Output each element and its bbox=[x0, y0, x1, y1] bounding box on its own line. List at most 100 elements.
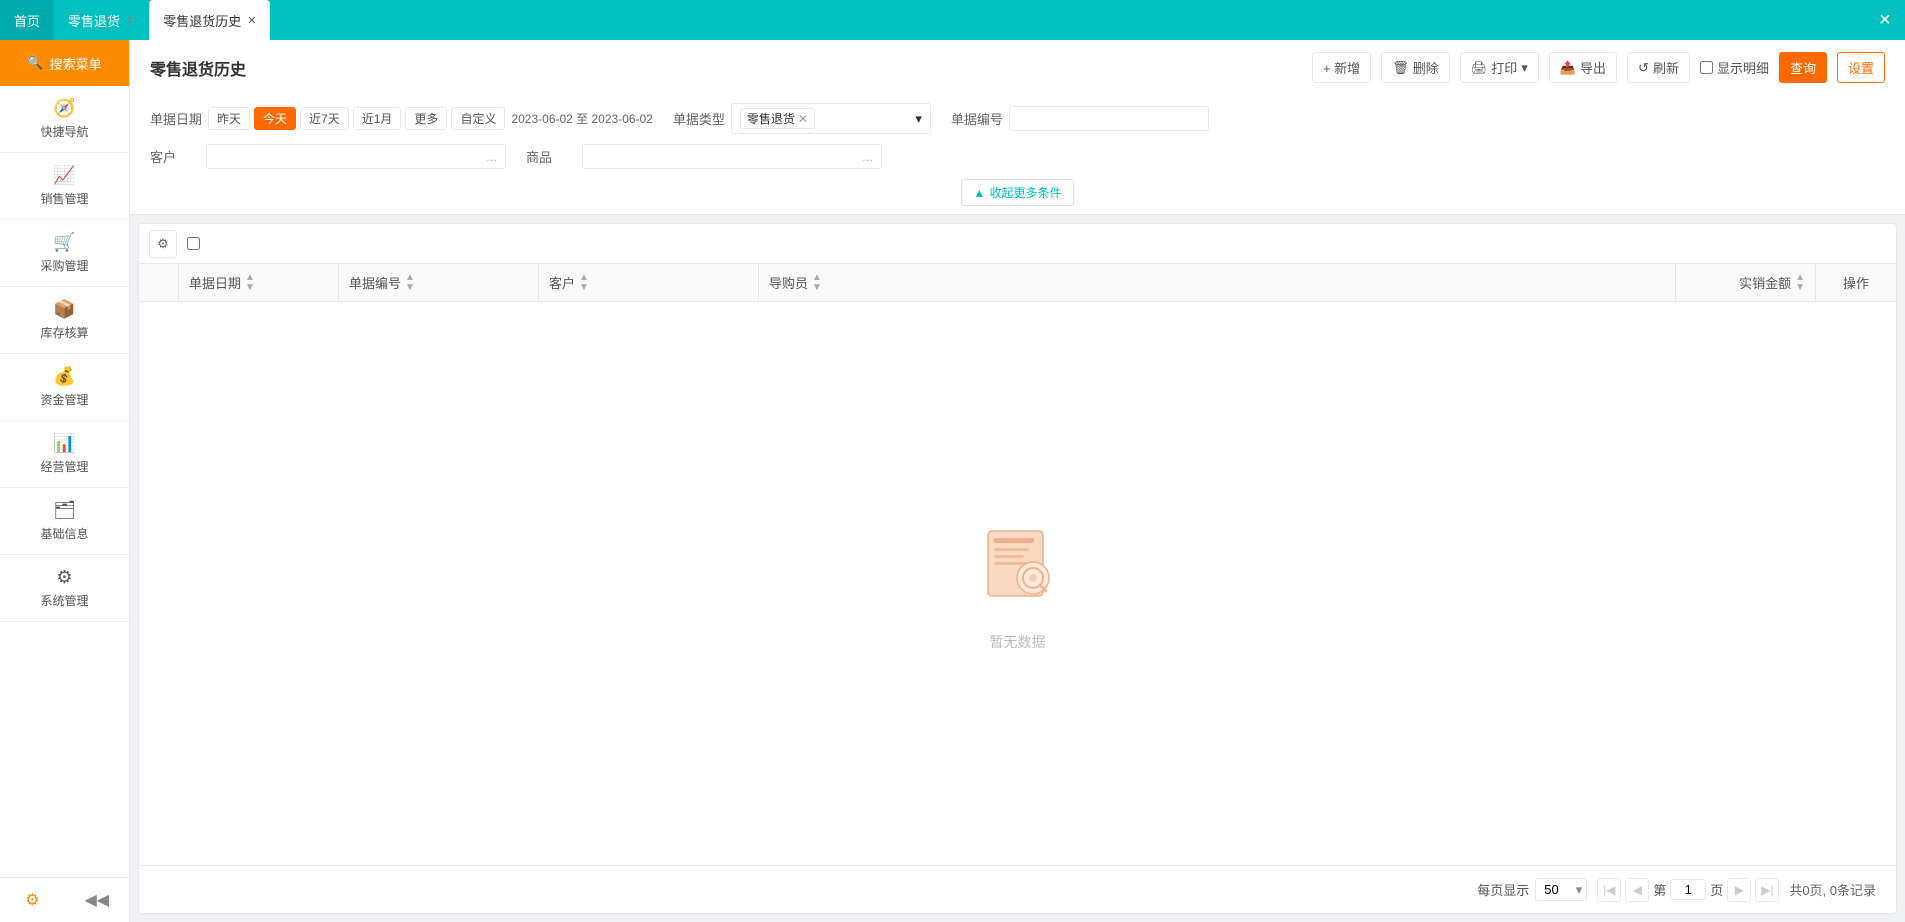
export-button[interactable]: 📤 导出 bbox=[1549, 52, 1617, 83]
doc-number-label: 单据编号 bbox=[951, 109, 1003, 128]
date-btn-today[interactable]: 今天 bbox=[254, 107, 296, 130]
delete-icon: 🗑 bbox=[1392, 60, 1409, 76]
new-button[interactable]: + 新增 bbox=[1312, 52, 1371, 83]
tab-home[interactable]: 首页 bbox=[0, 0, 54, 40]
doc-type-tag-remove[interactable]: ✕ bbox=[798, 112, 808, 126]
print-button-label: 打印 bbox=[1491, 58, 1517, 77]
sidebar-item-purchase-label: 采购管理 bbox=[40, 257, 88, 274]
th-number-sort-icon: ▲▼ bbox=[405, 273, 415, 293]
th-guide[interactable]: 导购员 ▲▼ bbox=[759, 264, 1676, 301]
th-number-label: 单据编号 bbox=[349, 273, 401, 292]
per-page-label: 每页显示 bbox=[1477, 880, 1529, 899]
sidebar-item-purchase[interactable]: 🛒 采购管理 bbox=[0, 220, 129, 287]
window-close-button[interactable]: ✕ bbox=[1865, 0, 1905, 40]
sidebar-item-sales[interactable]: 📈 销售管理 bbox=[0, 153, 129, 220]
date-btn-more[interactable]: 更多 bbox=[405, 107, 447, 130]
show-detail-checkbox[interactable] bbox=[1700, 61, 1713, 74]
new-button-label: + 新增 bbox=[1323, 58, 1360, 77]
table-settings-button[interactable]: ⚙ bbox=[149, 230, 177, 258]
doc-type-tag-label: 零售退货 bbox=[747, 110, 795, 127]
tab-retail-return-close[interactable]: ✕ bbox=[126, 14, 135, 27]
purchase-icon: 🛒 bbox=[53, 232, 75, 253]
page-header-top: 零售退货历史 + 新增 🗑 删除 🖨 打印 ▾ 📤 bbox=[150, 52, 1885, 83]
th-customer-label: 客户 bbox=[549, 273, 575, 292]
delete-button[interactable]: 🗑 删除 bbox=[1381, 52, 1450, 83]
sidebar-gear-button[interactable]: ⚙ bbox=[0, 878, 65, 922]
date-filter-label: 单据日期 bbox=[150, 109, 202, 128]
per-page-select[interactable]: 10 20 50 100 bbox=[1535, 878, 1587, 901]
sidebar-item-baseinfo-label: 基础信息 bbox=[40, 525, 88, 542]
empty-state-text: 暂无数据 bbox=[990, 632, 1046, 652]
sidebar-item-system[interactable]: ⚙ 系统管理 bbox=[0, 555, 129, 622]
goods-filter-label: 商品 bbox=[526, 147, 576, 166]
sidebar-item-quick-nav[interactable]: 🧭 快捷导航 bbox=[0, 86, 129, 153]
th-date[interactable]: 单据日期 ▲▼ bbox=[179, 264, 339, 301]
prev-page-button[interactable]: ◀ bbox=[1625, 878, 1649, 902]
goods-filter: 商品 ... bbox=[526, 144, 882, 169]
th-date-sort-icon: ▲▼ bbox=[245, 273, 255, 293]
table-area: ⚙ 单据日期 ▲▼ 单据编号 ▲▼ 客户 ▲▼ bbox=[138, 223, 1897, 914]
sidebar-search-label: 搜索菜单 bbox=[50, 54, 102, 73]
first-page-button[interactable]: |◀ bbox=[1597, 878, 1621, 902]
total-info: 共0页, 0条记录 bbox=[1789, 880, 1876, 899]
sidebar-search[interactable]: 🔍 搜索菜单 bbox=[0, 40, 129, 86]
th-amount-sort-icon: ▲▼ bbox=[1795, 273, 1805, 293]
refresh-button[interactable]: ↺ 刷新 bbox=[1627, 52, 1690, 83]
goods-input[interactable]: ... bbox=[582, 144, 882, 169]
date-filter: 单据日期 昨天 今天 近7天 近1月 更多 自定义 2023-06-02 至 2… bbox=[150, 107, 653, 130]
doc-type-select[interactable]: 零售退货 ✕ ▾ bbox=[731, 103, 931, 134]
next-page-button[interactable]: ▶ bbox=[1727, 878, 1751, 902]
sidebar: 🔍 搜索菜单 🧭 快捷导航 📈 销售管理 🛒 采购管理 📦 库存核算 💰 资金管… bbox=[0, 40, 130, 922]
th-date-label: 单据日期 bbox=[189, 273, 241, 292]
sidebar-item-system-label: 系统管理 bbox=[40, 592, 88, 609]
date-btn-1month[interactable]: 近1月 bbox=[353, 107, 402, 130]
th-amount[interactable]: 实销金额 ▲▼ bbox=[1676, 264, 1816, 301]
date-btn-7days[interactable]: 近7天 bbox=[300, 107, 349, 130]
operations-icon: 📊 bbox=[53, 433, 75, 454]
empty-state: 暂无数据 bbox=[139, 302, 1896, 865]
print-dropdown-icon: ▾ bbox=[1521, 60, 1528, 76]
date-range-display: 2023-06-02 至 2023-06-02 bbox=[511, 110, 652, 127]
settings-button[interactable]: 设置 bbox=[1837, 52, 1885, 83]
print-button[interactable]: 🖨 打印 ▾ bbox=[1460, 52, 1539, 83]
tab-retail-return-history[interactable]: 零售退货历史 ✕ bbox=[149, 0, 270, 40]
export-icon: 📤 bbox=[1560, 60, 1576, 76]
delete-button-label: 删除 bbox=[1413, 58, 1439, 77]
customer-input[interactable]: ... bbox=[206, 144, 506, 169]
th-number[interactable]: 单据编号 ▲▼ bbox=[339, 264, 539, 301]
sidebar-bottom: ⚙ ◀◀ bbox=[0, 877, 129, 922]
page-number-input[interactable] bbox=[1670, 879, 1706, 900]
collapse-button[interactable]: ▲ 收起更多条件 bbox=[961, 179, 1075, 206]
sidebar-item-operations-label: 经营管理 bbox=[40, 458, 88, 475]
window-close-icon: ✕ bbox=[1878, 10, 1891, 30]
date-btn-custom[interactable]: 自定义 bbox=[451, 107, 505, 130]
last-page-button[interactable]: ▶| bbox=[1755, 878, 1779, 902]
sidebar-item-finance-label: 资金管理 bbox=[40, 391, 88, 408]
refresh-icon: ↺ bbox=[1638, 60, 1649, 76]
doc-type-filter: 单据类型 零售退货 ✕ ▾ bbox=[673, 103, 931, 134]
date-btn-yesterday[interactable]: 昨天 bbox=[208, 107, 250, 130]
sidebar-item-inventory[interactable]: 📦 库存核算 bbox=[0, 287, 129, 354]
quick-nav-icon: 🧭 bbox=[53, 98, 75, 119]
sidebar-item-operations[interactable]: 📊 经营管理 bbox=[0, 421, 129, 488]
query-button[interactable]: 查询 bbox=[1779, 52, 1827, 83]
tab-retail-return[interactable]: 零售退货 ✕ bbox=[54, 0, 149, 40]
th-customer[interactable]: 客户 ▲▼ bbox=[539, 264, 759, 301]
baseinfo-icon: 🗂 bbox=[53, 500, 76, 521]
sidebar-item-baseinfo[interactable]: 🗂 基础信息 bbox=[0, 488, 129, 555]
per-page-select-wrap: 10 20 50 100 bbox=[1535, 878, 1587, 901]
page-title: 零售退货历史 bbox=[150, 56, 246, 80]
doc-number-input[interactable] bbox=[1009, 106, 1209, 131]
tab-retail-return-history-close[interactable]: ✕ bbox=[247, 14, 256, 27]
customer-placeholder: ... bbox=[486, 149, 497, 164]
refresh-button-label: 刷新 bbox=[1653, 58, 1679, 77]
toolbar: + 新增 🗑 删除 🖨 打印 ▾ 📤 导出 bbox=[1312, 52, 1885, 83]
doc-type-tag: 零售退货 ✕ bbox=[740, 108, 815, 129]
th-customer-sort-icon: ▲▼ bbox=[579, 273, 589, 293]
sidebar-item-finance[interactable]: 💰 资金管理 bbox=[0, 354, 129, 421]
table-toolbar: ⚙ bbox=[139, 224, 1896, 264]
sidebar-item-quick-nav-label: 快捷导航 bbox=[40, 123, 88, 140]
sidebar-volume-button[interactable]: ◀◀ bbox=[65, 878, 130, 922]
table-select-all-checkbox[interactable] bbox=[187, 237, 200, 250]
doc-number-filter: 单据编号 bbox=[951, 106, 1209, 131]
